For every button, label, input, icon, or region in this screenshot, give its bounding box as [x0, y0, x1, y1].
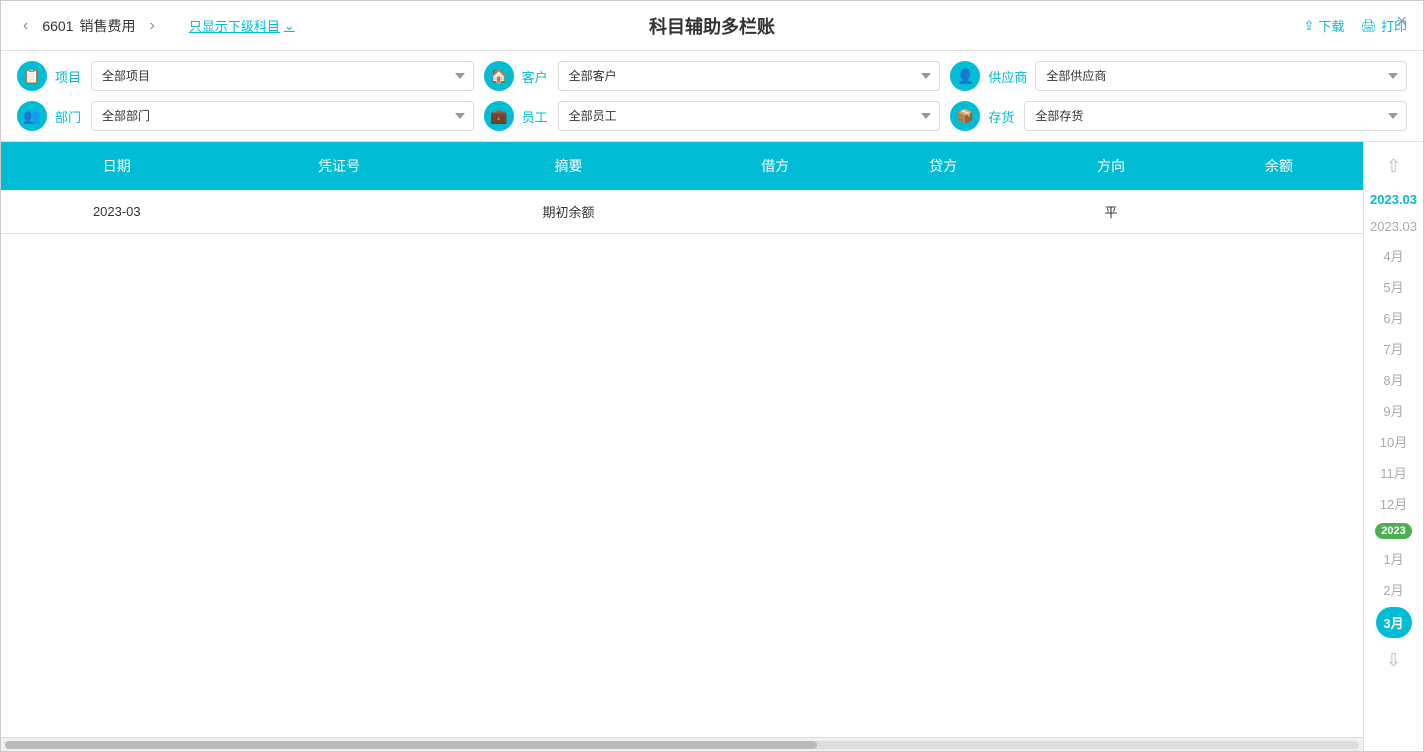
cell-summary: 期初余额 — [446, 190, 691, 234]
supplier-select[interactable]: 全部供应商 — [1035, 61, 1407, 91]
print-icon: 🖨 — [1360, 18, 1377, 34]
filter-bar: 📋 项目 全部项目 🏠 客户 全部客户 👤 供应商 全部供应商 👥 部门 全 — [1, 51, 1423, 142]
sidebar-month-2023-03-second[interactable]: 2023.03 — [1364, 213, 1423, 240]
customer-filter-row: 🏠 客户 全部客户 — [484, 61, 941, 91]
sidebar-month-6[interactable]: 6月 — [1364, 302, 1423, 333]
col-voucher: 凭证号 — [233, 142, 446, 190]
title-left: ‹ 6601 销售费用 › 只显示下级科目 ⌄ — [17, 15, 295, 37]
cell-voucher — [233, 190, 446, 234]
bottom-scrollbar[interactable] — [1, 737, 1363, 751]
table-row: 2023-03 期初余额 平 — [1, 190, 1363, 234]
title-right: ⇪ 下载 🖨 打印 × — [1304, 16, 1407, 35]
customer-select[interactable]: 全部客户 — [558, 61, 941, 91]
project-filter-row: 📋 项目 全部项目 — [17, 61, 474, 91]
main-window: ‹ 6601 销售费用 › 只显示下级科目 ⌄ 科目辅助多栏账 ⇪ 下载 🖨 打… — [0, 0, 1424, 752]
department-icon: 👥 — [17, 101, 47, 131]
sidebar-month-12[interactable]: 12月 — [1364, 488, 1423, 519]
right-sidebar: ⇧ 2023.03 2023.03 4月 5月 6月 7月 8月 9月 10月 … — [1363, 142, 1423, 751]
sidebar-month-4[interactable]: 4月 — [1364, 240, 1423, 271]
title-bar: ‹ 6601 销售费用 › 只显示下级科目 ⌄ 科目辅助多栏账 ⇪ 下载 🖨 打… — [1, 1, 1423, 51]
employee-label: 员工 — [522, 107, 550, 126]
sidebar-year-badge: 2023 — [1375, 523, 1411, 539]
cell-balance — [1195, 190, 1363, 234]
cell-direction: 平 — [1027, 190, 1195, 234]
inventory-icon: 📦 — [950, 101, 980, 131]
show-sub-btn[interactable]: 只显示下级科目 ⌄ — [189, 16, 295, 35]
supplier-label: 供应商 — [988, 67, 1027, 86]
main-content: 日期 凭证号 摘要 借方 贷方 方向 余额 2023-03 — [1, 142, 1423, 751]
table-area: 日期 凭证号 摘要 借方 贷方 方向 余额 2023-03 — [1, 142, 1363, 751]
sidebar-month-5[interactable]: 5月 — [1364, 271, 1423, 302]
project-icon: 📋 — [17, 61, 47, 91]
close-button[interactable]: × — [1396, 11, 1407, 32]
cell-debit — [691, 190, 859, 234]
supplier-icon: 👤 — [950, 61, 980, 91]
download-icon: ⇪ — [1304, 18, 1315, 34]
col-date: 日期 — [1, 142, 233, 190]
cell-credit — [859, 190, 1027, 234]
col-summary: 摘要 — [446, 142, 691, 190]
department-filter-row: 👥 部门 全部部门 — [17, 101, 474, 131]
chevron-down-icon: ⌄ — [284, 18, 295, 34]
sidebar-month-2[interactable]: 2月 — [1364, 574, 1423, 605]
col-credit: 贷方 — [859, 142, 1027, 190]
show-sub-label: 只显示下级科目 — [189, 16, 280, 35]
sidebar-month-9[interactable]: 9月 — [1364, 395, 1423, 426]
sidebar-up-btn[interactable]: ⇧ — [1376, 148, 1412, 184]
account-name: 销售费用 — [79, 16, 135, 36]
inventory-label: 存货 — [988, 107, 1016, 126]
inventory-filter-row: 📦 存货 全部存货 — [950, 101, 1407, 131]
scrollbar-track — [5, 741, 1359, 749]
inventory-select[interactable]: 全部存货 — [1024, 101, 1407, 131]
scrollbar-thumb — [5, 741, 817, 749]
data-table: 日期 凭证号 摘要 借方 贷方 方向 余额 2023-03 — [1, 142, 1363, 234]
sidebar-months-1-3: 1月 2月 3月 — [1364, 543, 1423, 640]
col-balance: 余额 — [1195, 142, 1363, 190]
sidebar-down-btn[interactable]: ⇩ — [1376, 642, 1412, 678]
sidebar-month-8[interactable]: 8月 — [1364, 364, 1423, 395]
employee-select[interactable]: 全部员工 — [558, 101, 941, 131]
employee-filter-row: 💼 员工 全部员工 — [484, 101, 941, 131]
sidebar-month-7[interactable]: 7月 — [1364, 333, 1423, 364]
table-scroll[interactable]: 日期 凭证号 摘要 借方 贷方 方向 余额 2023-03 — [1, 142, 1363, 737]
account-code-box: 6601 销售费用 — [42, 16, 135, 36]
sidebar-month-3-active[interactable]: 3月 — [1376, 607, 1412, 638]
account-code: 6601 — [42, 18, 73, 34]
prev-account-btn[interactable]: ‹ — [17, 15, 34, 37]
project-label: 项目 — [55, 67, 83, 86]
table-header-row: 日期 凭证号 摘要 借方 贷方 方向 余额 — [1, 142, 1363, 190]
page-title: 科目辅助多栏账 — [649, 13, 775, 39]
employee-icon: 💼 — [484, 101, 514, 131]
sidebar-top-months: 2023.03 2023.03 — [1364, 186, 1423, 240]
download-button[interactable]: ⇪ 下载 — [1304, 16, 1345, 35]
sidebar-month-10[interactable]: 10月 — [1364, 426, 1423, 457]
department-label: 部门 — [55, 107, 83, 126]
sidebar-month-2023-03-first[interactable]: 2023.03 — [1364, 186, 1423, 213]
project-select[interactable]: 全部项目 — [91, 61, 474, 91]
department-select[interactable]: 全部部门 — [91, 101, 474, 131]
customer-icon: 🏠 — [484, 61, 514, 91]
next-account-btn[interactable]: › — [143, 15, 160, 37]
download-label: 下载 — [1318, 16, 1344, 35]
col-direction: 方向 — [1027, 142, 1195, 190]
sidebar-month-1[interactable]: 1月 — [1364, 543, 1423, 574]
col-debit: 借方 — [691, 142, 859, 190]
cell-date: 2023-03 — [1, 190, 233, 234]
sidebar-month-11[interactable]: 11月 — [1364, 457, 1423, 488]
customer-label: 客户 — [522, 67, 550, 86]
sidebar-months-4-12: 4月 5月 6月 7月 8月 9月 10月 11月 12月 — [1364, 240, 1423, 519]
supplier-filter-row: 👤 供应商 全部供应商 — [950, 61, 1407, 91]
